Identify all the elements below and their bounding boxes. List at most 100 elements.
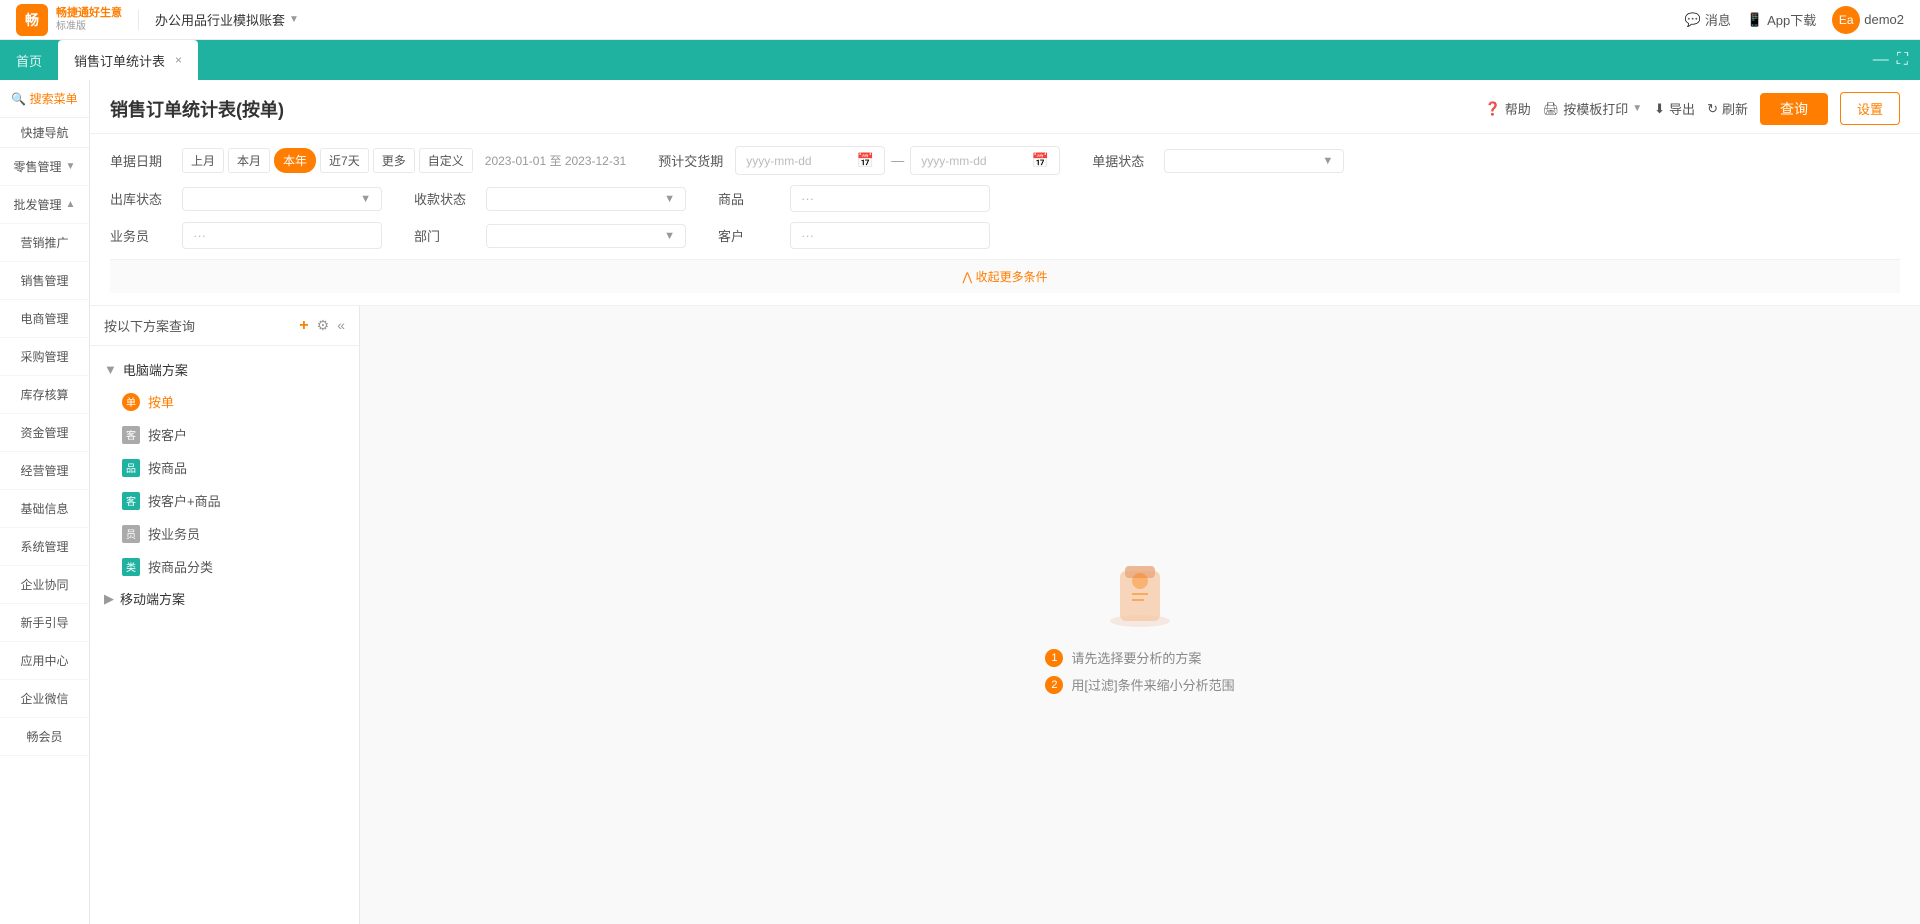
main-layout: 🔍 搜索菜单 快捷导航 零售管理 ▼ 批发管理 ▲ 营销推广 销售管理 电商管理… [0,80,1920,924]
sidebar-quick-nav[interactable]: 快捷导航 [0,118,89,148]
sidebar-members-label: 畅会员 [26,728,62,745]
add-scheme-icon[interactable]: + [299,317,308,335]
sidebar-item-enterprise-wechat[interactable]: 企业微信 [0,680,89,718]
scheme-item-by-order[interactable]: 单 按单 [90,385,359,418]
split-layout: 按以下方案查询 + ⚙ « ▼ 电脑端方案 单 [90,306,1920,924]
collapse-filter-bar[interactable]: ⋀ 收起更多条件 [110,259,1900,293]
left-panel: 按以下方案查询 + ⚙ « ▼ 电脑端方案 单 [90,306,360,924]
right-content: 1 请先选择要分析的方案 2 用[过滤]条件来缩小分析范围 [360,306,1920,924]
collapse-panel-icon[interactable]: « [337,317,345,335]
date-separator: — [891,153,904,168]
scheme-group-mobile-title[interactable]: ▶ 移动端方案 [90,583,359,614]
tab-sales-order-stats[interactable]: 销售订单统计表 × [58,40,198,80]
sidebar-item-procurement[interactable]: 采购管理 [0,338,89,376]
active-tab-label: 销售订单统计表 [74,51,165,70]
scheme-item-by-customer[interactable]: 客 按客户 [90,418,359,451]
date-btn-more[interactable]: 更多 [373,148,415,173]
sidebar-sales-label: 销售管理 [20,272,68,289]
scheme-item-by-customer-product[interactable]: 客 按客户+商品 [90,484,359,517]
date-btn-last-7-days[interactable]: 近7天 [320,148,369,173]
query-label: 查询 [1780,99,1808,119]
tab-home[interactable]: 首页 [0,40,58,80]
scheme-group-mobile-arrow-icon: ▶ [104,591,114,607]
sidebar-item-ecommerce[interactable]: 电商管理 [0,300,89,338]
refresh-button[interactable]: ↻ 刷新 [1707,99,1748,118]
sidebar-item-finance[interactable]: 资金管理 [0,414,89,452]
filter-area: 单据日期 上月 本月 本年 近7天 更多 自定义 2023-01-01 至 20… [90,134,1920,306]
avatar: Ea [1832,6,1860,34]
sidebar-app-center-label: 应用中心 [20,652,68,669]
date-filter-label: 单据日期 [110,151,170,170]
product-label: 商品 [718,189,778,208]
left-panel-actions: + ⚙ « [299,317,345,335]
order-status-select[interactable]: ▼ [1164,149,1344,173]
divider [138,10,139,30]
query-button[interactable]: 查询 [1760,93,1828,125]
settings-button[interactable]: 设置 [1840,92,1900,125]
product-placeholder: ··· [801,191,814,206]
sidebar-item-app-center[interactable]: 应用中心 [0,642,89,680]
message-button[interactable]: 💬 消息 [1685,10,1731,29]
export-label: 导出 [1669,99,1695,118]
sidebar-item-newbie[interactable]: 新手引导 [0,604,89,642]
date-btn-this-year[interactable]: 本年 [274,148,316,173]
scheme-group-desktop-title[interactable]: ▼ 电脑端方案 [90,354,359,385]
date-end-placeholder: yyyy-mm-dd [921,154,986,168]
tab-close-icon[interactable]: × [175,53,182,67]
date-start-placeholder: yyyy-mm-dd [746,154,811,168]
company-selector[interactable]: 办公用品行业模拟账套 ▼ [155,10,299,29]
scheme-icon-by-salesperson: 员 [122,525,140,543]
scheme-item-by-product-category[interactable]: 类 按商品分类 [90,550,359,583]
sidebar-item-inventory[interactable]: 库存核算 [0,376,89,414]
print-button[interactable]: 🖨 按模板打印 ▼ [1543,99,1642,118]
scheme-item-by-salesperson[interactable]: 员 按业务员 [90,517,359,550]
empty-state-illustration [1090,536,1190,636]
sidebar-item-wholesale[interactable]: 批发管理 ▲ [0,186,89,224]
payment-status-select[interactable]: ▼ [486,187,686,211]
edit-scheme-icon[interactable]: ⚙ [317,317,330,335]
brand-version: 标准版 [56,20,122,33]
sidebar-basic-info-label: 基础信息 [20,500,68,517]
scheme-icon-by-customer-product: 客 [122,492,140,510]
sidebar-search[interactable]: 🔍 搜索菜单 [0,80,89,118]
brand-name: 畅捷通好生意 [56,6,122,20]
customer-input[interactable]: ··· [790,222,990,249]
user-profile[interactable]: Ea demo2 [1832,6,1904,34]
sidebar-wholesale-label: 批发管理 [14,196,62,213]
sidebar-item-sales[interactable]: 销售管理 [0,262,89,300]
scheme-icon-by-order: 单 [122,393,140,411]
salesperson-input[interactable]: ··· [182,222,382,249]
date-btn-this-month[interactable]: 本月 [228,148,270,173]
empty-state: 1 请先选择要分析的方案 2 用[过滤]条件来缩小分析范围 [1045,536,1234,694]
department-select[interactable]: ▼ [486,224,686,248]
ship-status-arrow-icon: ▼ [360,193,371,205]
sidebar-item-enterprise[interactable]: 企业协同 [0,566,89,604]
product-input[interactable]: ··· [790,185,990,212]
scheme-group-mobile: ▶ 移动端方案 [90,583,359,614]
app-logo: 畅 [16,4,48,36]
sidebar-item-members[interactable]: 畅会员 [0,718,89,756]
customer-placeholder: ··· [801,228,814,243]
date-btn-custom[interactable]: 自定义 [419,148,473,173]
expected-delivery-start-input[interactable]: yyyy-mm-dd 📅 [735,146,885,175]
scheme-item-by-product[interactable]: 品 按商品 [90,451,359,484]
scheme-label-by-order: 按单 [148,392,174,411]
date-btn-last-month[interactable]: 上月 [182,148,224,173]
sidebar-item-marketing[interactable]: 营销推广 [0,224,89,262]
sidebar: 🔍 搜索菜单 快捷导航 零售管理 ▼ 批发管理 ▲ 营销推广 销售管理 电商管理… [0,80,90,924]
window-minimize-icon[interactable]: — [1873,51,1889,69]
sidebar-item-system[interactable]: 系统管理 [0,528,89,566]
app-download-button[interactable]: 📱 App下载 [1747,10,1816,29]
export-button[interactable]: ⬇ 导出 [1654,99,1695,118]
window-maximize-icon[interactable]: ⛶ [1897,51,1908,69]
ship-status-select[interactable]: ▼ [182,187,382,211]
help-button[interactable]: ❓ 帮助 [1485,99,1531,118]
sidebar-item-operations[interactable]: 经营管理 [0,452,89,490]
expected-delivery-end-input[interactable]: yyyy-mm-dd 📅 [910,146,1060,175]
sidebar-marketing-label: 营销推广 [20,234,68,251]
sidebar-item-basic-info[interactable]: 基础信息 [0,490,89,528]
sidebar-item-retail[interactable]: 零售管理 ▼ [0,148,89,186]
sidebar-enterprise-label: 企业协同 [20,576,68,593]
sidebar-retail-arrow-icon: ▼ [66,161,76,172]
sidebar-retail-label: 零售管理 [14,158,62,175]
